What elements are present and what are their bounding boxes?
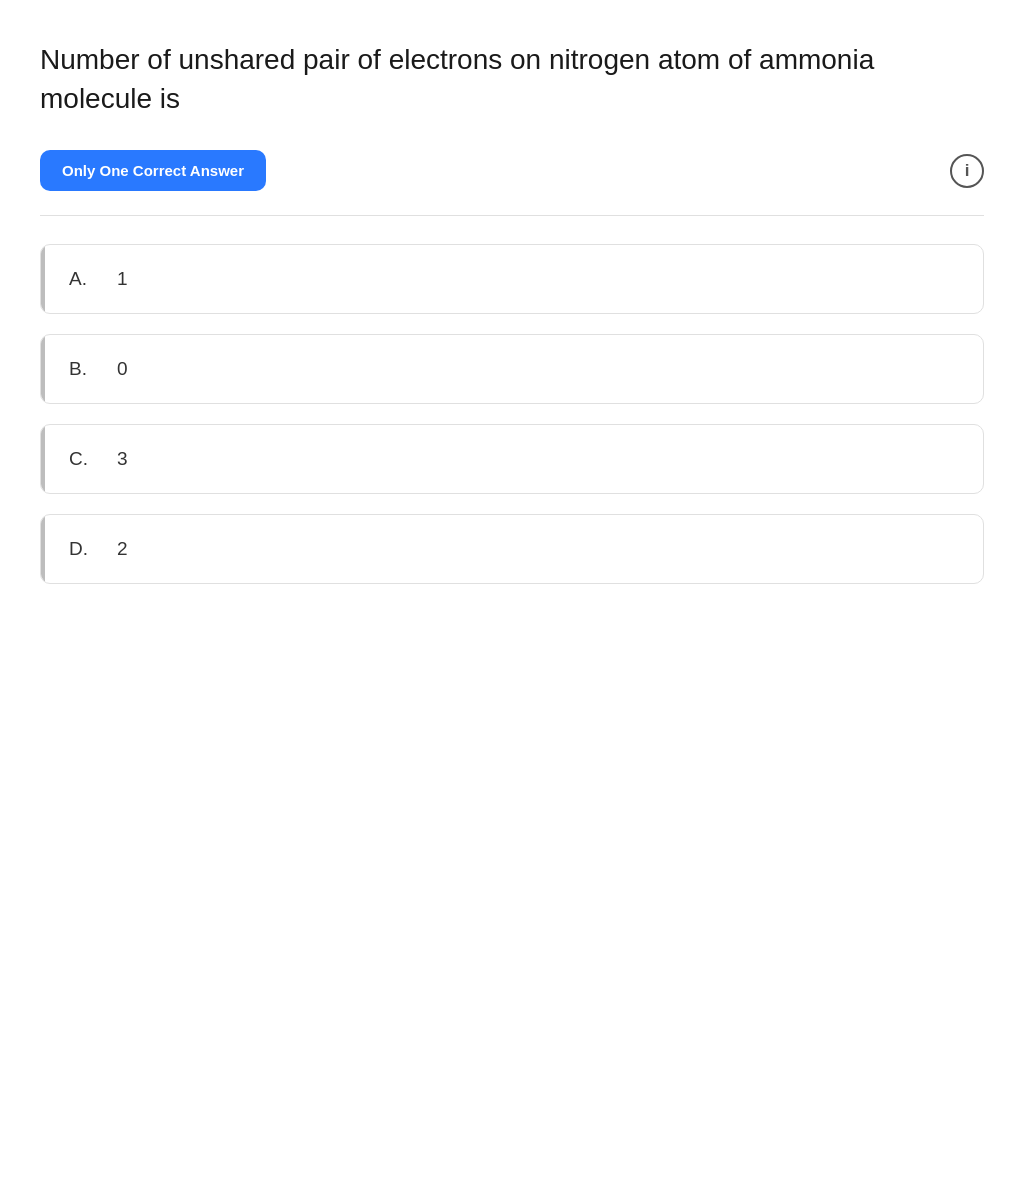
option-item[interactable]: B. 0 — [40, 334, 984, 404]
option-value: 0 — [117, 358, 128, 380]
options-list: A. 1 B. 0 C. 3 D. 2 — [40, 244, 984, 584]
option-value: 3 — [117, 448, 128, 470]
option-letter: A. — [69, 268, 93, 290]
option-content: A. 1 — [45, 245, 983, 313]
option-item[interactable]: C. 3 — [40, 424, 984, 494]
answer-type-badge: Only One Correct Answer — [40, 150, 266, 191]
option-content: B. 0 — [45, 335, 983, 403]
option-item[interactable]: A. 1 — [40, 244, 984, 314]
option-content: D. 2 — [45, 515, 983, 583]
option-letter: D. — [69, 538, 93, 560]
option-letter: B. — [69, 358, 93, 380]
option-value: 2 — [117, 538, 128, 560]
option-letter: C. — [69, 448, 93, 470]
option-content: C. 3 — [45, 425, 983, 493]
option-value: 1 — [117, 268, 128, 290]
section-divider — [40, 215, 984, 216]
answer-type-row: Only One Correct Answer i — [40, 150, 984, 191]
info-icon[interactable]: i — [950, 154, 984, 188]
option-item[interactable]: D. 2 — [40, 514, 984, 584]
question-title: Number of unshared pair of electrons on … — [40, 40, 984, 118]
